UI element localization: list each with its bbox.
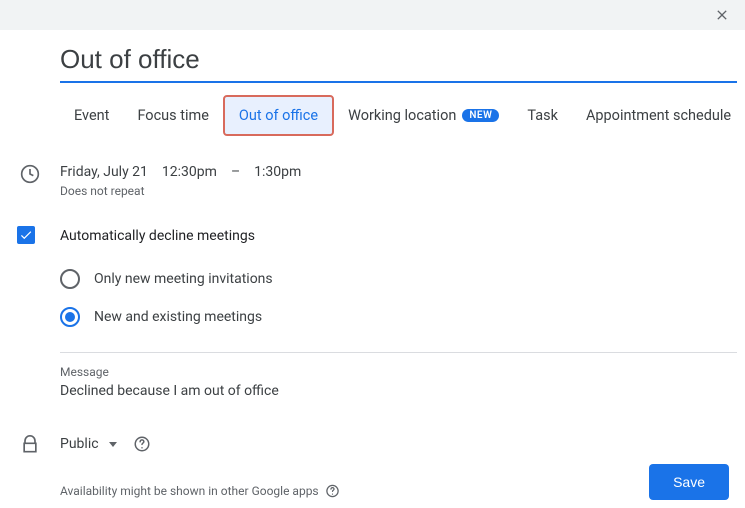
save-button[interactable]: Save [649, 464, 729, 500]
divider [60, 352, 737, 353]
tab-event[interactable]: Event [60, 97, 123, 134]
tab-label: Event [74, 107, 109, 124]
top-bar [0, 0, 745, 30]
visibility-help-icon[interactable] [133, 435, 151, 453]
tab-label: Task [527, 107, 558, 124]
event-type-tabs: Event Focus time Out of office Working l… [60, 95, 725, 136]
tab-label: Out of office [239, 107, 318, 124]
start-time[interactable]: 12:30pm [162, 164, 217, 180]
radio-label: Only new meeting invitations [94, 271, 273, 287]
visibility-select[interactable]: Public [60, 436, 117, 452]
radio-only-new[interactable]: Only new meeting invitations [60, 260, 725, 298]
message-text[interactable]: Declined because I am out of office [60, 383, 725, 399]
visibility-value: Public [60, 436, 99, 452]
visibility-section: Public [60, 435, 725, 453]
message-label: Message [60, 365, 725, 379]
lock-icon [20, 435, 40, 455]
close-button[interactable] [713, 6, 731, 24]
clock-icon [20, 164, 40, 184]
tab-focus-time[interactable]: Focus time [123, 97, 222, 134]
tab-out-of-office[interactable]: Out of office [223, 95, 334, 136]
new-badge: NEW [462, 109, 499, 122]
tab-label: Working location [348, 107, 456, 124]
availability-hint-row: Availability might be shown in other Goo… [60, 483, 725, 498]
tab-task[interactable]: Task [513, 97, 572, 134]
radio-icon [60, 269, 80, 289]
tab-label: Focus time [137, 107, 208, 124]
radio-icon [60, 307, 80, 327]
auto-decline-checkbox[interactable] [17, 226, 35, 244]
decline-radio-group: Only new meeting invitations New and exi… [60, 260, 725, 336]
date-text[interactable]: Friday, July 21 [60, 164, 148, 180]
radio-label: New and existing meetings [94, 309, 262, 325]
tab-working-location[interactable]: Working location NEW [334, 97, 513, 134]
auto-decline-label: Automatically decline meetings [60, 228, 725, 244]
datetime-section: Friday, July 21 12:30pm – 1:30pm Does no… [60, 164, 725, 198]
tab-appointment-schedule[interactable]: Appointment schedule [572, 97, 745, 134]
availability-help-icon[interactable] [325, 483, 340, 498]
auto-decline-section: Automatically decline meetings Only new … [60, 228, 725, 399]
tab-label: Appointment schedule [586, 107, 731, 124]
availability-hint-text: Availability might be shown in other Goo… [60, 484, 319, 498]
repeat-text[interactable]: Does not repeat [60, 184, 725, 198]
time-separator: – [231, 164, 240, 180]
event-title-input[interactable] [60, 30, 737, 83]
end-time[interactable]: 1:30pm [254, 164, 301, 180]
chevron-down-icon [109, 442, 117, 447]
check-icon [19, 228, 33, 242]
close-icon [714, 7, 730, 23]
radio-new-and-existing[interactable]: New and existing meetings [60, 298, 725, 336]
